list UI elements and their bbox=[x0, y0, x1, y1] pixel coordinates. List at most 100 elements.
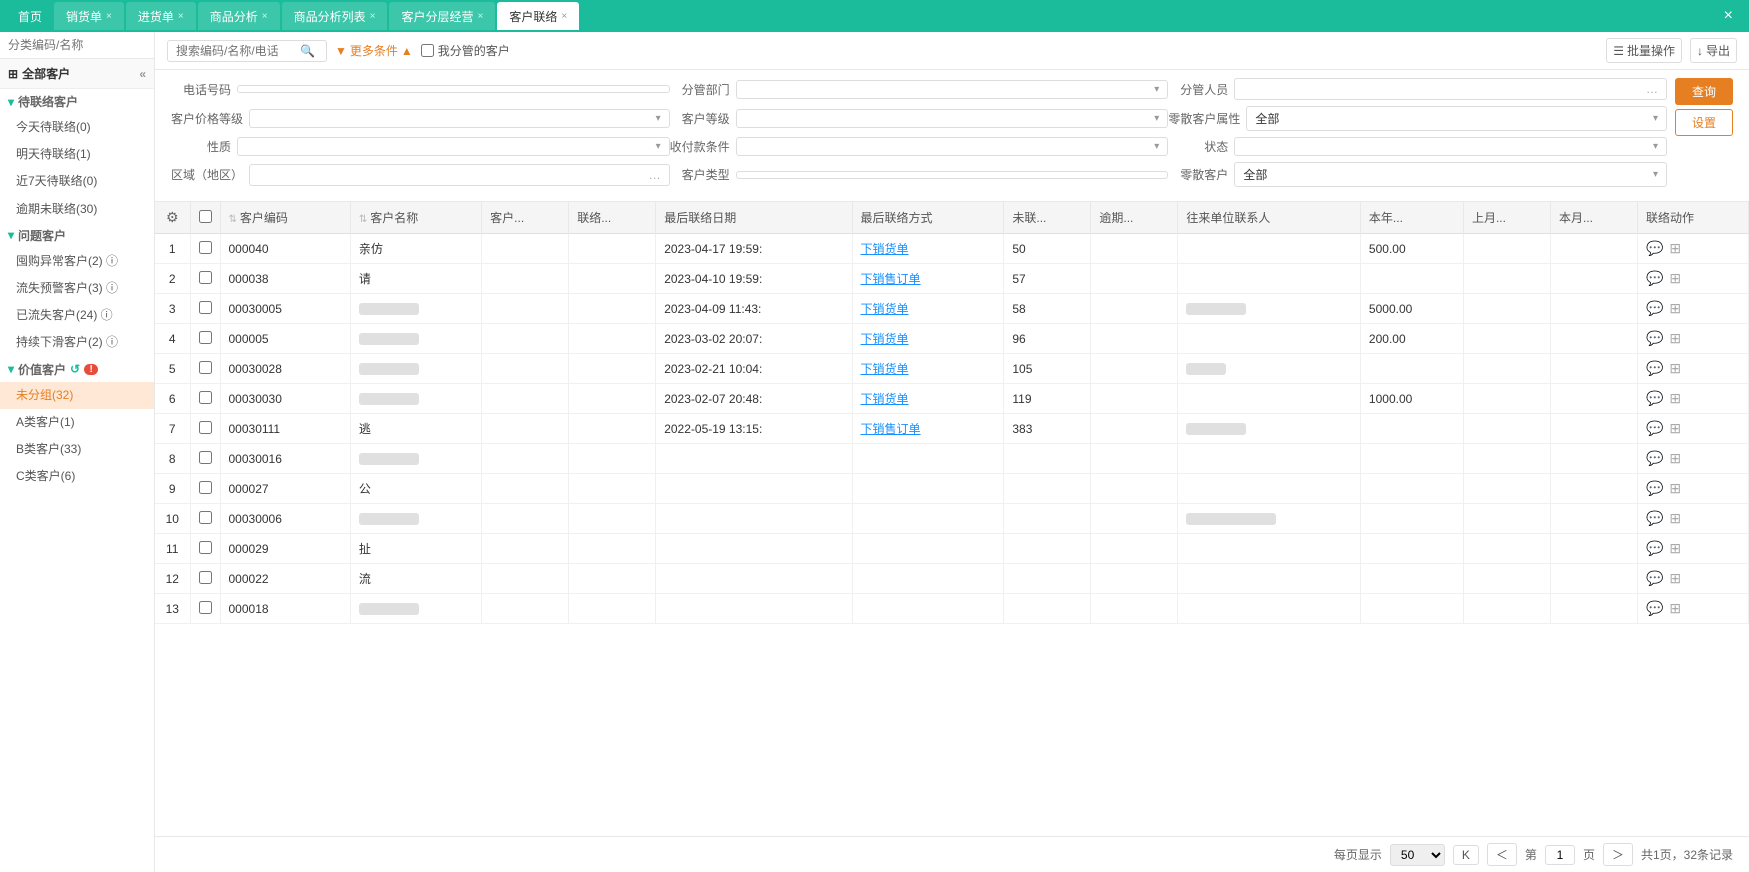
sidebar-item-declining[interactable]: 持续下滑客户(2) ⓘ bbox=[0, 329, 154, 356]
sidebar-item-class-c[interactable]: C类客户(6) bbox=[0, 463, 154, 490]
close-analysis-tab[interactable]: × bbox=[262, 11, 268, 22]
chat-icon[interactable]: 💬 bbox=[1646, 540, 1663, 557]
sidebar-item-today[interactable]: 今天待联络(0) bbox=[0, 114, 154, 141]
chat-icon[interactable]: 💬 bbox=[1646, 360, 1663, 377]
my-customers-checkbox[interactable] bbox=[421, 44, 434, 57]
filter-search-input[interactable] bbox=[176, 44, 296, 58]
grid-action-icon[interactable]: ⊞ bbox=[1669, 450, 1681, 467]
customer-level-select[interactable]: ▾ bbox=[736, 109, 1169, 128]
row-checkbox[interactable] bbox=[199, 571, 212, 584]
row-checkbox[interactable] bbox=[199, 331, 212, 344]
row-checkbox[interactable] bbox=[199, 511, 212, 524]
nav-tab-analysis[interactable]: 商品分析 × bbox=[198, 2, 280, 30]
window-close-button[interactable]: × bbox=[1716, 7, 1741, 25]
status-select[interactable]: ▾ bbox=[1234, 137, 1667, 156]
row-checkbox[interactable] bbox=[199, 481, 212, 494]
table-settings-icon[interactable]: ⚙ bbox=[166, 209, 179, 225]
row-checkbox[interactable] bbox=[199, 451, 212, 464]
refresh-icon[interactable]: ↺ bbox=[70, 362, 80, 376]
reset-button[interactable]: 设置 bbox=[1675, 109, 1733, 136]
chat-icon[interactable]: 💬 bbox=[1646, 300, 1663, 317]
next-page-btn[interactable]: ＞ bbox=[1603, 843, 1633, 866]
grid-action-icon[interactable]: ⊞ bbox=[1669, 600, 1681, 617]
per-page-select[interactable]: 50 100 bbox=[1390, 844, 1445, 866]
row-checkbox[interactable] bbox=[199, 391, 212, 404]
chat-icon[interactable]: 💬 bbox=[1646, 420, 1663, 437]
nav-tab-analysis-list[interactable]: 商品分析列表 × bbox=[282, 2, 388, 30]
page-input[interactable] bbox=[1545, 845, 1575, 865]
retail-attr-select[interactable]: 全部▾ bbox=[1246, 106, 1667, 131]
grid-action-icon[interactable]: ⊞ bbox=[1669, 360, 1681, 377]
price-level-select[interactable]: ▾ bbox=[249, 109, 670, 128]
export-btn[interactable]: ↓ 导出 bbox=[1690, 38, 1737, 63]
chat-icon[interactable]: 💬 bbox=[1646, 510, 1663, 527]
close-contact-tab[interactable]: × bbox=[561, 11, 567, 22]
sidebar-item-7days[interactable]: 近7天待联络(0) bbox=[0, 168, 154, 195]
row-checkbox[interactable] bbox=[199, 601, 212, 614]
grid-action-icon[interactable]: ⊞ bbox=[1669, 510, 1681, 527]
grid-action-icon[interactable]: ⊞ bbox=[1669, 420, 1681, 437]
last-method-link[interactable]: 下销货单 bbox=[861, 332, 909, 346]
row-checkbox[interactable] bbox=[199, 301, 212, 314]
row-checkbox[interactable] bbox=[199, 271, 212, 284]
chat-icon[interactable]: 💬 bbox=[1646, 600, 1663, 617]
row-checkbox[interactable] bbox=[199, 421, 212, 434]
first-page-btn[interactable]: K bbox=[1453, 845, 1479, 865]
close-segment-tab[interactable]: × bbox=[477, 11, 483, 22]
nav-tab-purchase[interactable]: 进货单 × bbox=[126, 2, 196, 30]
chat-icon[interactable]: 💬 bbox=[1646, 270, 1663, 287]
all-customers-header[interactable]: ⊞ 全部客户 « bbox=[0, 59, 154, 89]
nav-tab-customer-segment[interactable]: 客户分层经营 × bbox=[389, 2, 495, 30]
customer-type-input[interactable] bbox=[736, 171, 1169, 179]
last-method-link[interactable]: 下销售订单 bbox=[861, 272, 921, 286]
retail-customer-select[interactable]: 全部▾ bbox=[1234, 162, 1667, 187]
sidebar-item-ungroup[interactable]: 未分组(32) bbox=[0, 382, 154, 409]
filter-search-icon[interactable]: 🔍 bbox=[300, 44, 315, 58]
grid-action-icon[interactable]: ⊞ bbox=[1669, 390, 1681, 407]
chat-icon[interactable]: 💬 bbox=[1646, 240, 1663, 257]
sidebar-item-overdue[interactable]: 逾期未联络(30) bbox=[0, 196, 154, 223]
payment-select[interactable]: ▾ bbox=[736, 137, 1169, 156]
grid-action-icon[interactable]: ⊞ bbox=[1669, 570, 1681, 587]
grid-action-icon[interactable]: ⊞ bbox=[1669, 270, 1681, 287]
grid-action-icon[interactable]: ⊞ bbox=[1669, 540, 1681, 557]
last-method-link[interactable]: 下销货单 bbox=[861, 392, 909, 406]
person-input[interactable]: … bbox=[1234, 78, 1667, 100]
last-method-link[interactable]: 下销货单 bbox=[861, 302, 909, 316]
chat-icon[interactable]: 💬 bbox=[1646, 390, 1663, 407]
chat-icon[interactable]: 💬 bbox=[1646, 480, 1663, 497]
more-conditions-btn[interactable]: ▼ 更多条件 ▲ bbox=[335, 42, 413, 59]
chat-icon[interactable]: 💬 bbox=[1646, 570, 1663, 587]
sidebar-item-at-risk[interactable]: 流失预警客户(3) ⓘ bbox=[0, 275, 154, 302]
dept-select[interactable]: ▾ bbox=[736, 80, 1169, 99]
last-method-link[interactable]: 下销货单 bbox=[861, 242, 909, 256]
sidebar-item-class-a[interactable]: A类客户(1) bbox=[0, 409, 154, 436]
grid-action-icon[interactable]: ⊞ bbox=[1669, 330, 1681, 347]
row-checkbox[interactable] bbox=[199, 361, 212, 374]
sidebar-item-lost[interactable]: 已流失客户(24) ⓘ bbox=[0, 302, 154, 329]
close-sales-tab[interactable]: × bbox=[106, 11, 112, 22]
sidebar-search-input[interactable] bbox=[8, 38, 155, 52]
grid-action-icon[interactable]: ⊞ bbox=[1669, 480, 1681, 497]
batch-ops-btn[interactable]: ☰ 批量操作 bbox=[1606, 38, 1682, 63]
sidebar-item-abnormal[interactable]: 囤购异常客户(2) ⓘ bbox=[0, 248, 154, 275]
phone-input[interactable] bbox=[237, 85, 670, 93]
chat-icon[interactable]: 💬 bbox=[1646, 330, 1663, 347]
grid-action-icon[interactable]: ⊞ bbox=[1669, 240, 1681, 257]
sidebar-item-tomorrow[interactable]: 明天待联络(1) bbox=[0, 141, 154, 168]
last-method-link[interactable]: 下销货单 bbox=[861, 362, 909, 376]
nav-tab-customer-contact[interactable]: 客户联络 × bbox=[497, 2, 579, 30]
region-input[interactable]: … bbox=[249, 164, 670, 186]
prev-page-btn[interactable]: ＜ bbox=[1487, 843, 1517, 866]
nav-tab-sales[interactable]: 销货单 × bbox=[54, 2, 124, 30]
select-all-checkbox[interactable] bbox=[199, 210, 212, 223]
chat-icon[interactable]: 💬 bbox=[1646, 450, 1663, 467]
close-purchase-tab[interactable]: × bbox=[178, 11, 184, 22]
grid-action-icon[interactable]: ⊞ bbox=[1669, 300, 1681, 317]
sidebar-item-class-b[interactable]: B类客户(33) bbox=[0, 436, 154, 463]
row-checkbox[interactable] bbox=[199, 241, 212, 254]
close-analysis-list-tab[interactable]: × bbox=[370, 11, 376, 22]
last-method-link[interactable]: 下销售订单 bbox=[861, 422, 921, 436]
row-checkbox[interactable] bbox=[199, 541, 212, 554]
query-button[interactable]: 查询 bbox=[1675, 78, 1733, 105]
